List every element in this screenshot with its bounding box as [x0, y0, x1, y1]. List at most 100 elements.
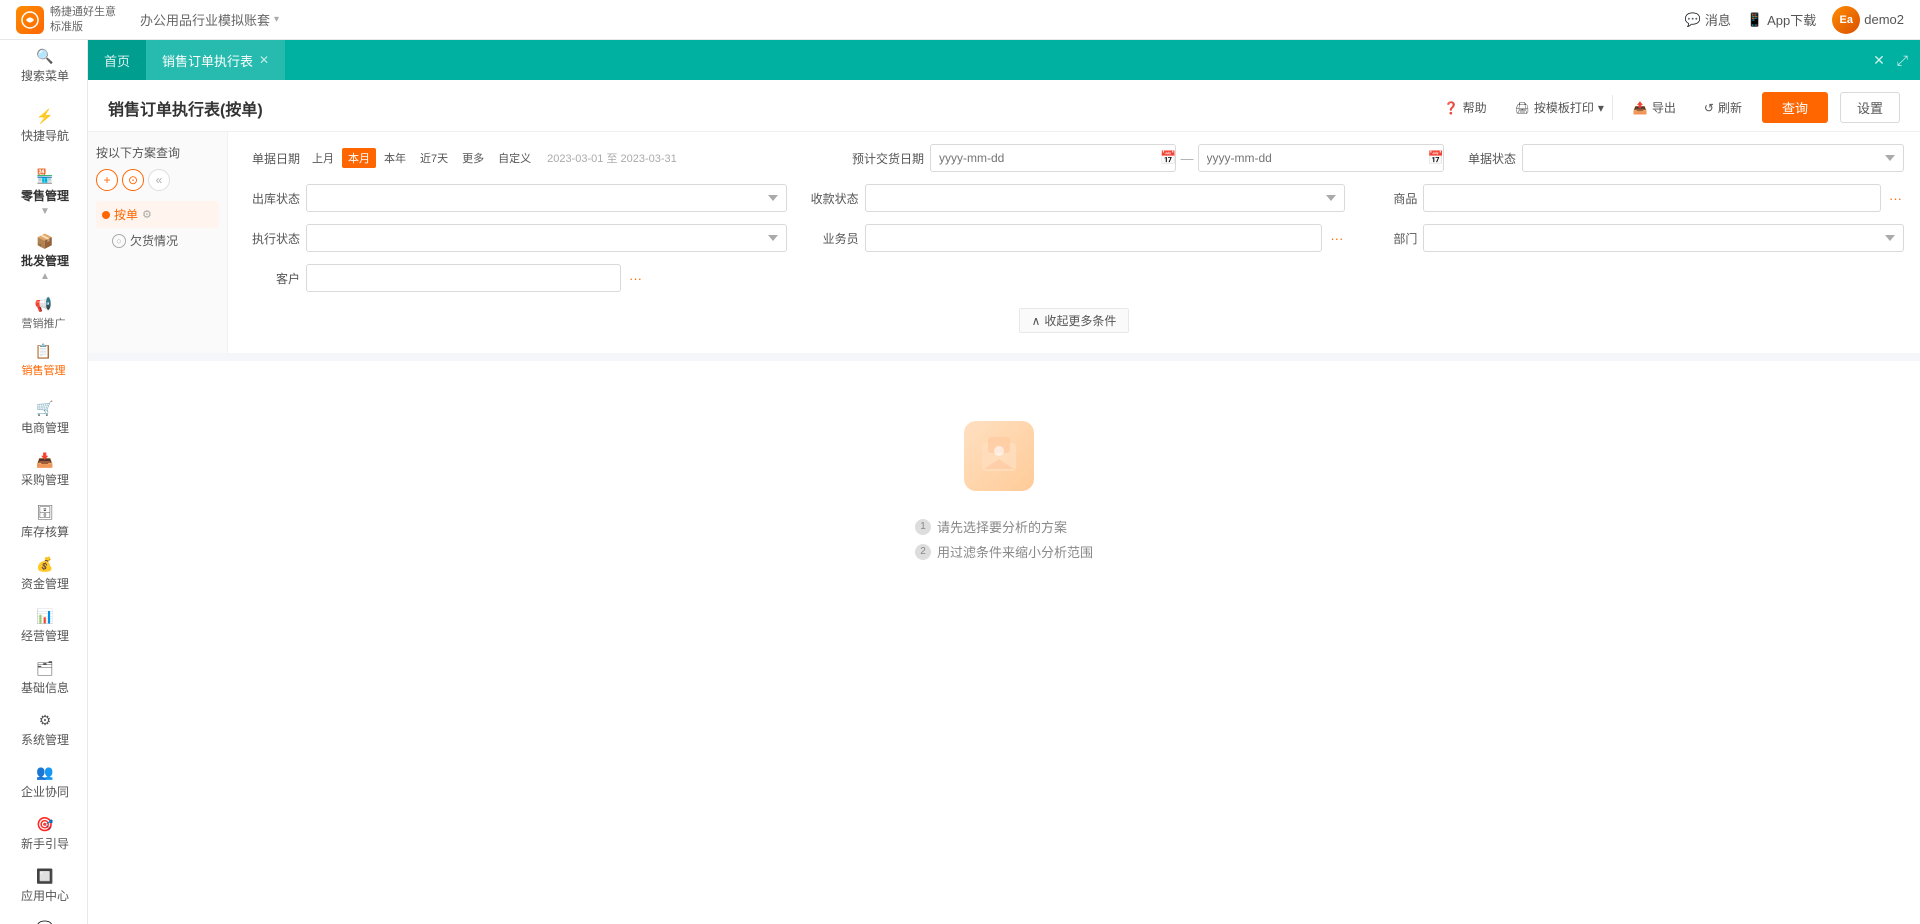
sidebar-item-ecommerce[interactable]: 🛒 电商管理: [0, 392, 87, 444]
sidebar-item-retail[interactable]: 🏪 零售管理 ▼: [0, 160, 87, 225]
logo-area: 畅捷通好生意 标准版: [16, 5, 116, 34]
tab-close-window-icon[interactable]: ✕: [1873, 52, 1885, 69]
quicknav-icon: ⚡: [36, 108, 53, 125]
delivery-status-group: 出库状态: [244, 184, 787, 212]
message-icon: 💬: [1685, 12, 1701, 28]
scheme-dot-icon: [102, 211, 110, 219]
tab-close-icon[interactable]: ✕: [259, 53, 269, 67]
sidebar-item-basicinfo[interactable]: 🗂 基础信息: [0, 652, 87, 704]
product-ellipsis-button[interactable]: ···: [1887, 191, 1904, 206]
department-select[interactable]: [1423, 224, 1904, 252]
sidebar-item-guide[interactable]: 🎯 新手引导: [0, 808, 87, 860]
date-tab-this-year[interactable]: 本年: [378, 148, 412, 168]
basicinfo-icon: 🗂: [36, 660, 54, 677]
scheme-item-shortage[interactable]: ○ 欠货情况: [96, 228, 219, 253]
help-icon: ❓: [1444, 101, 1459, 115]
sidebar-item-inventory[interactable]: 🗄 库存核算: [0, 496, 87, 548]
empty-tip-1: 1 请先选择要分析的方案: [915, 517, 1093, 536]
page-actions: ❓ 帮助 🖨 按模板打印 ▾ 📤 导出 ↺: [1436, 92, 1900, 123]
empty-state: 1 请先选择要分析的方案 2 用过滤条件来缩小分析范围: [88, 361, 1920, 621]
department-label: 部门: [1361, 230, 1417, 247]
payment-status-select[interactable]: [865, 184, 1346, 212]
doc-date-label: 单据日期: [244, 150, 300, 167]
sidebar-item-search[interactable]: 🔍 搜索菜单: [0, 40, 87, 92]
settings-button[interactable]: 设置: [1840, 92, 1900, 123]
app-download-action[interactable]: 📱 App下载: [1747, 10, 1816, 29]
purchase-icon: 📥: [36, 452, 53, 469]
payment-status-label: 收款状态: [803, 190, 859, 207]
sidebar-item-quicknav[interactable]: ⚡ 快捷导航: [0, 100, 87, 152]
user-menu[interactable]: Ea demo2: [1832, 6, 1904, 34]
tab-expand-icon[interactable]: ⤢: [1897, 52, 1908, 69]
header-right: 💬 消息 📱 App下载 Ea demo2: [1685, 6, 1904, 34]
tab-home[interactable]: 首页: [88, 40, 146, 80]
system-icon: ⚙: [39, 712, 52, 729]
date-tab-7days[interactable]: 近7天: [414, 148, 454, 168]
product-input[interactable]: [1423, 184, 1881, 212]
logo-text: 畅捷通好生意 标准版: [50, 5, 116, 34]
doc-date-group: 单据日期 上月 本月 本年 近7天 更多 自定义 2023-03-01 至 20…: [244, 148, 836, 168]
message-action[interactable]: 💬 消息: [1685, 10, 1731, 29]
date-range-display: 2023-03-01 至 2023-03-31: [547, 150, 677, 166]
retail-icon: 🏪: [36, 168, 53, 185]
salesperson-input[interactable]: [865, 224, 1323, 252]
expected-date-group: 预计交货日期 📅 — 📅: [852, 144, 1444, 172]
sidebar-item-marketing[interactable]: 📢 营销推广: [0, 290, 87, 337]
sidebar-item-operations[interactable]: 📊 经营管理: [0, 600, 87, 652]
empty-state-icon: [964, 421, 1044, 501]
expected-date-start-input[interactable]: [930, 144, 1176, 172]
content-area: 首页 销售订单执行表 ✕ ✕ ⤢ 销售订单执行表(按单) ❓: [88, 40, 1920, 924]
print-button[interactable]: 🖨 按模板打印 ▾: [1507, 95, 1613, 120]
sidebar-item-system[interactable]: ⚙ 系统管理: [0, 704, 87, 756]
salesperson-ellipsis-button[interactable]: ···: [1328, 231, 1345, 246]
form-row-1: 单据日期 上月 本月 本年 近7天 更多 自定义 2023-03-01 至 20…: [244, 144, 1904, 172]
department-group: 部门: [1361, 224, 1904, 252]
sidebar-item-purchase[interactable]: 📥 采购管理: [0, 444, 87, 496]
date-tabs: 上月 本月 本年 近7天 更多 自定义: [306, 148, 537, 168]
help-button[interactable]: ❓ 帮助: [1436, 95, 1495, 120]
expected-date-end-input[interactable]: [1198, 144, 1444, 172]
download-icon: 📱: [1747, 12, 1763, 28]
sidebar-item-appcenter[interactable]: 🔲 应用中心: [0, 860, 87, 912]
sidebar-item-collab[interactable]: 👥 企业协同: [0, 756, 87, 808]
sidebar-item-sales[interactable]: 📋 销售管理: [0, 337, 87, 384]
customer-input[interactable]: [306, 264, 621, 292]
export-button[interactable]: 📤 导出: [1625, 95, 1684, 120]
sidebar-item-wholesale[interactable]: 📦 批发管理 ▲: [0, 225, 87, 290]
sidebar-item-wxwork[interactable]: 💬 企业微信: [0, 912, 87, 924]
scheme-item-order[interactable]: 按单 ⚙: [96, 201, 219, 228]
marketing-icon: 📢: [35, 296, 52, 313]
doc-status-group: 单据状态: [1460, 144, 1904, 172]
form-row-2: 出库状态 收款状态: [244, 184, 1904, 212]
avatar: Ea: [1832, 6, 1860, 34]
print-dropdown-icon: ▾: [1598, 101, 1604, 115]
salesperson-label: 业务员: [803, 230, 859, 247]
copy-scheme-button[interactable]: ⊙: [122, 169, 144, 191]
customer-ellipsis-button[interactable]: ···: [627, 271, 644, 286]
query-button[interactable]: 查询: [1762, 92, 1828, 123]
empty-tips: 1 请先选择要分析的方案 2 用过滤条件来缩小分析范围: [915, 517, 1093, 561]
doc-status-select[interactable]: [1522, 144, 1904, 172]
date-tab-custom[interactable]: 自定义: [492, 148, 537, 168]
add-scheme-button[interactable]: +: [96, 169, 118, 191]
date-tab-this-month[interactable]: 本月: [342, 148, 376, 168]
customer-group: 客户 ···: [244, 264, 644, 292]
scheme-gear-icon: ⚙: [142, 208, 152, 221]
finance-icon: 💰: [36, 556, 53, 573]
breadcrumb[interactable]: 办公用品行业模拟账套 ▾: [140, 10, 279, 29]
doc-status-label: 单据状态: [1460, 150, 1516, 167]
print-icon: 🖨: [1515, 101, 1530, 115]
collapse-row: ∧ 收起更多条件: [244, 304, 1904, 341]
logo-icon: [16, 6, 44, 34]
collapse-button[interactable]: ∧ 收起更多条件: [1019, 308, 1130, 333]
tab-sales-order[interactable]: 销售订单执行表 ✕: [146, 40, 285, 80]
refresh-button[interactable]: ↺ 刷新: [1696, 95, 1750, 120]
date-tab-last-month[interactable]: 上月: [306, 148, 340, 168]
delivery-status-select[interactable]: [306, 184, 787, 212]
sidebar-item-finance[interactable]: 💰 资金管理: [0, 548, 87, 600]
exec-status-select[interactable]: [306, 224, 787, 252]
tab-bar-right: ✕ ⤢: [1861, 40, 1920, 80]
collapse-scheme-button[interactable]: «: [148, 169, 170, 191]
page-content: 销售订单执行表(按单) ❓ 帮助 🖨 按模板打印 ▾ 📤: [88, 80, 1920, 924]
date-tab-more[interactable]: 更多: [456, 148, 490, 168]
